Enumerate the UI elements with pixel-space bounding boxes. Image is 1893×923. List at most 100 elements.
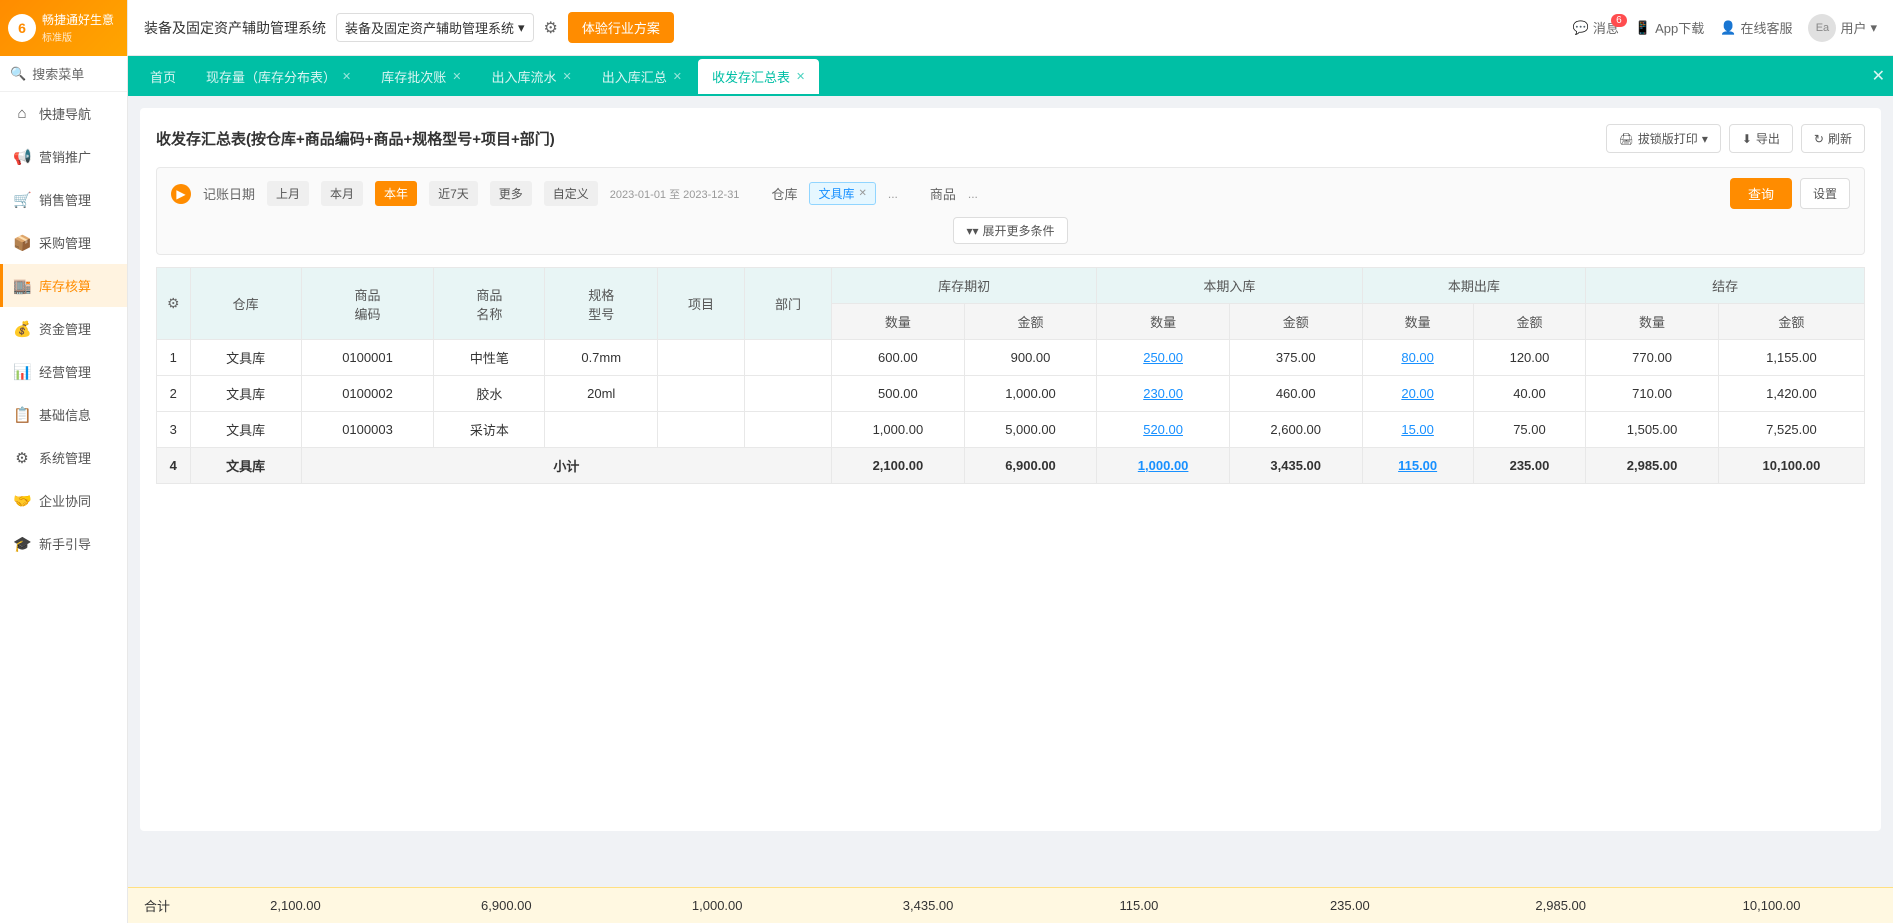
message-button[interactable]: 💬 消息 6 (1573, 18, 1619, 37)
search-menu[interactable]: 🔍 搜索菜单 (0, 56, 127, 92)
row-in-amt: 2,600.00 (1229, 412, 1362, 448)
row-spec: 20ml (545, 376, 657, 412)
row-warehouse: 文具库 (190, 412, 301, 448)
settings-icon-topbar[interactable]: ⚙ (544, 18, 558, 38)
sidebar-nav: ⌂ 快捷导航 📢 营销推广 🛒 销售管理 📦 采购管理 🏬 库存核算 💰 资金管… (0, 92, 127, 923)
refresh-label: 刷新 (1828, 130, 1852, 147)
goods-more-button[interactable]: ... (968, 187, 978, 201)
row-no: 3 (157, 412, 191, 448)
th-dept: 部门 (745, 268, 832, 340)
date-btn-more[interactable]: 更多 (490, 181, 532, 206)
row-name: 中性笔 (434, 340, 545, 376)
tab-close-icon[interactable]: ✕ (342, 70, 351, 83)
warehouse-more-button[interactable]: ... (888, 187, 898, 201)
row-warehouse: 文具库 (190, 376, 301, 412)
sidebar-item-quick-nav[interactable]: ⌂ 快捷导航 (0, 92, 127, 135)
sidebar-item-guide[interactable]: 🎓 新手引导 (0, 522, 127, 565)
th-ending: 结存 (1586, 268, 1865, 304)
expand-label: 展开更多条件 (983, 222, 1055, 239)
system-selector[interactable]: 装备及固定资产辅助管理系统 ▾ (336, 13, 534, 42)
row-in-qty-link[interactable]: 230.00 (1097, 376, 1230, 412)
row-project (657, 340, 744, 376)
subtotal-open-amt: 6,900.00 (964, 448, 1097, 484)
tab-close-icon[interactable]: ✕ (563, 70, 572, 83)
sidebar-item-label: 企业协同 (39, 491, 91, 510)
main-wrap: 装备及固定资产辅助管理系统 装备及固定资产辅助管理系统 ▾ ⚙ 体验行业方案 💬… (128, 0, 1893, 923)
filter-toggle-button[interactable]: ▶ (171, 184, 191, 204)
tab-inventory-dist[interactable]: 现存量（库存分布表） ✕ (192, 59, 365, 94)
tab-home[interactable]: 首页 (136, 59, 190, 94)
chevron-down-icon: ▾ (518, 20, 525, 36)
page-title-row: 收发存汇总表(按仓库+商品编码+商品+规格型号+项目+部门) 🖨 拔锁版打印 ▾… (156, 124, 1865, 153)
sidebar-item-sales[interactable]: 🛒 销售管理 (0, 178, 127, 221)
subtotal-out-qty[interactable]: 115.00 (1362, 448, 1473, 484)
tab-close-icon[interactable]: ✕ (452, 70, 461, 83)
row-project (657, 412, 744, 448)
sidebar-item-label: 基础信息 (39, 405, 91, 424)
row-out-qty-link[interactable]: 80.00 (1362, 340, 1473, 376)
export-icon: ⬇ (1742, 132, 1752, 146)
sidebar-item-coop[interactable]: 🤝 企业协同 (0, 479, 127, 522)
row-out-qty-link[interactable]: 15.00 (1362, 412, 1473, 448)
date-btn-last-month[interactable]: 上月 (267, 181, 309, 206)
sidebar-item-inventory[interactable]: 🏬 库存核算 (0, 264, 127, 307)
date-range-display: 2023-01-01 至 2023-12-31 (610, 186, 740, 202)
topbar: 装备及固定资产辅助管理系统 装备及固定资产辅助管理系统 ▾ ⚙ 体验行业方案 💬… (128, 0, 1893, 56)
print-icon: 🖨 (1619, 132, 1634, 146)
column-settings-icon[interactable]: ⚙ (167, 295, 180, 311)
th-out: 本期出库 (1362, 268, 1586, 304)
date-btn-custom[interactable]: 自定义 (544, 181, 598, 206)
sidebar-item-system[interactable]: ⚙ 系统管理 (0, 436, 127, 479)
row-end-qty: 710.00 (1586, 376, 1719, 412)
subtotal-in-qty[interactable]: 1,000.00 (1097, 448, 1230, 484)
date-btn-7days[interactable]: 近7天 (429, 181, 478, 206)
close-all-tabs-button[interactable]: ✕ (1872, 66, 1885, 86)
experience-button[interactable]: 体验行业方案 (568, 12, 674, 43)
th-warehouse: 仓库 (190, 268, 301, 340)
app-download-button[interactable]: 📱 App下载 (1635, 18, 1704, 37)
expand-icon: ▾▾ (966, 224, 978, 238)
tab-collect-summary[interactable]: 收发存汇总表 ✕ (698, 59, 819, 94)
marketing-icon: 📢 (13, 148, 31, 166)
footer-out-qty: 115.00 (1034, 898, 1245, 913)
tab-inout-summary[interactable]: 出入库汇总 ✕ (588, 59, 696, 94)
settings-small-button[interactable]: 设置 (1800, 178, 1850, 209)
online-service-button[interactable]: 👤 在线客服 (1720, 18, 1792, 37)
export-button[interactable]: ⬇ 导出 (1729, 124, 1793, 153)
th-opening: 库存期初 (832, 268, 1097, 304)
user-menu[interactable]: Ea 用户 ▾ (1808, 14, 1877, 42)
tab-inout-flow[interactable]: 出入库流水 ✕ (477, 59, 585, 94)
row-dept (745, 376, 832, 412)
th-out-amt: 金额 (1473, 304, 1586, 340)
row-in-qty-link[interactable]: 520.00 (1097, 412, 1230, 448)
th-open-amt: 金额 (964, 304, 1097, 340)
th-in-amt: 金额 (1229, 304, 1362, 340)
date-btn-this-month[interactable]: 本月 (321, 181, 363, 206)
tab-close-icon[interactable]: ✕ (673, 70, 682, 83)
refresh-icon: ↻ (1814, 132, 1824, 146)
system-icon: ⚙ (13, 449, 31, 467)
tab-label: 出入库汇总 (602, 67, 667, 86)
row-end-qty: 770.00 (1586, 340, 1719, 376)
query-button[interactable]: 查询 (1730, 178, 1792, 209)
page-actions: 🖨 拔锁版打印 ▾ ⬇ 导出 ↻ 刷新 (1606, 124, 1865, 153)
user-label: 用户 (1840, 18, 1866, 37)
print-button[interactable]: 🖨 拔锁版打印 ▾ (1606, 124, 1721, 153)
tab-batch-ledger[interactable]: 库存批次账 ✕ (367, 59, 475, 94)
sidebar-item-operations[interactable]: 📊 经营管理 (0, 350, 127, 393)
th-name: 商品名称 (434, 268, 545, 340)
sidebar-item-finance[interactable]: 💰 资金管理 (0, 307, 127, 350)
sidebar-item-marketing[interactable]: 📢 营销推广 (0, 135, 127, 178)
row-out-qty-link[interactable]: 20.00 (1362, 376, 1473, 412)
tab-close-icon[interactable]: ✕ (796, 70, 805, 83)
tab-home-label: 首页 (150, 67, 176, 86)
sidebar-item-purchase[interactable]: 📦 采购管理 (0, 221, 127, 264)
warehouse-tag-close[interactable]: ✕ (858, 188, 866, 199)
refresh-button[interactable]: ↻ 刷新 (1801, 124, 1865, 153)
date-btn-this-year[interactable]: 本年 (375, 181, 417, 206)
row-in-qty-link[interactable]: 250.00 (1097, 340, 1230, 376)
expand-conditions-button[interactable]: ▾▾ 展开更多条件 (953, 217, 1067, 244)
subtotal-no: 4 (157, 448, 191, 484)
sidebar-item-basic[interactable]: 📋 基础信息 (0, 393, 127, 436)
tab-label: 出入库流水 (491, 67, 556, 86)
